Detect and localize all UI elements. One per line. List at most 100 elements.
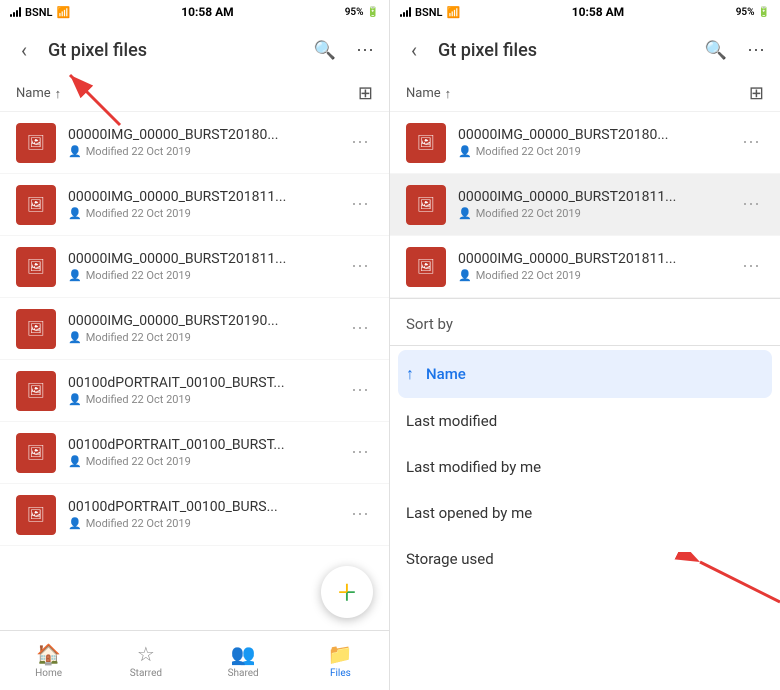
nav-home-label-left: Home: [35, 668, 62, 679]
time-left: 10:58 AM: [181, 5, 233, 19]
more-icon-right: ⋯: [747, 40, 765, 61]
battery-area-right: 95% 🔋: [736, 7, 770, 18]
star-icon-left: ☆: [137, 642, 155, 666]
nav-home-left[interactable]: 🏠 Home: [0, 631, 97, 690]
nav-starred-label-left: Starred: [130, 668, 162, 679]
right-file-item-1[interactable]: 🖼 00000IMG_00000_BURST201811... 👤 Modifi…: [390, 174, 780, 236]
right-file-thumb-0: 🖼: [406, 123, 446, 163]
right-file-more-2[interactable]: ⋯: [738, 252, 764, 281]
file-thumb-6: 🖼: [16, 495, 56, 535]
sort-option-name[interactable]: ↑ Name: [398, 350, 772, 398]
header-right: ‹ Gt pixel files 🔍 ⋯: [390, 24, 780, 76]
name-sort-label-left[interactable]: Name ↑: [16, 86, 61, 102]
battery-percent-right: 95%: [736, 7, 755, 18]
name-text-left: Name: [16, 86, 51, 101]
nav-starred-left[interactable]: ☆ Starred: [97, 631, 194, 690]
file-item-4[interactable]: 🖼 00100dPORTRAIT_00100_BURST... 👤 Modifi…: [0, 360, 389, 422]
file-name-3: 00000IMG_00000_BURST20190...: [68, 313, 347, 329]
right-file-meta-0: 👤 Modified 22 Oct 2019: [458, 145, 738, 158]
nav-files-label-left: Files: [330, 668, 351, 679]
sort-divider: [390, 345, 780, 346]
file-item-6[interactable]: 🖼 00100dPORTRAIT_00100_BURS... 👤 Modifie…: [0, 484, 389, 546]
shared-nav-icon-left: 👥: [231, 642, 256, 666]
right-file-name-1: 00000IMG_00000_BURST201811...: [458, 189, 738, 205]
sort-up-icon: ↑: [406, 364, 414, 384]
search-button-left[interactable]: 🔍: [309, 34, 341, 66]
file-thumb-3: 🖼: [16, 309, 56, 349]
file-thumb-0: 🖼: [16, 123, 56, 163]
shared-icon-0: 👤: [68, 145, 82, 158]
time-right: 10:58 AM: [572, 5, 624, 19]
file-more-3[interactable]: ⋯: [347, 314, 373, 343]
file-name-6: 00100dPORTRAIT_00100_BURS...: [68, 499, 347, 515]
back-button-right[interactable]: ‹: [398, 34, 430, 66]
file-item-3[interactable]: 🖼 00000IMG_00000_BURST20190... 👤 Modifie…: [0, 298, 389, 360]
file-meta-2: 👤 Modified 22 Oct 2019: [68, 269, 347, 282]
file-name-0: 00000IMG_00000_BURST20180...: [68, 127, 347, 143]
fab-add-button[interactable]: +: [321, 566, 373, 618]
file-info-0: 00000IMG_00000_BURST20180... 👤 Modified …: [68, 127, 347, 158]
header-left: ‹ Gt pixel files 🔍 ⋯: [0, 24, 389, 76]
right-shared-icon-0: 👤: [458, 145, 472, 158]
sort-up-arrow-right: ↑: [445, 86, 452, 102]
file-meta-5: 👤 Modified 22 Oct 2019: [68, 455, 347, 468]
file-more-0[interactable]: ⋯: [347, 128, 373, 157]
sort-option-last-modified-by-me[interactable]: Last modified by me: [390, 444, 780, 490]
file-more-6[interactable]: ⋯: [347, 500, 373, 529]
file-thumb-5: 🖼: [16, 433, 56, 473]
sort-up-arrow-left: ↑: [55, 86, 62, 102]
shared-icon-6: 👤: [68, 517, 82, 530]
right-file-item-2[interactable]: 🖼 00000IMG_00000_BURST201811... 👤 Modifi…: [390, 236, 780, 298]
battery-icon-left: 🔋: [367, 7, 379, 18]
right-file-name-0: 00000IMG_00000_BURST20180...: [458, 127, 738, 143]
right-file-item-0[interactable]: 🖼 00000IMG_00000_BURST20180... 👤 Modifie…: [390, 112, 780, 174]
file-item-0[interactable]: 🖼 00000IMG_00000_BURST20180... 👤 Modifie…: [0, 112, 389, 174]
more-button-right[interactable]: ⋯: [740, 34, 772, 66]
shared-icon-4: 👤: [68, 393, 82, 406]
name-sort-label-right[interactable]: Name ↑: [406, 86, 451, 102]
shared-icon-3: 👤: [68, 331, 82, 344]
file-more-2[interactable]: ⋯: [347, 252, 373, 281]
signal-icon-left: [10, 7, 21, 17]
right-file-meta-2: 👤 Modified 22 Oct 2019: [458, 269, 738, 282]
name-text-right: Name: [406, 86, 441, 101]
more-button-left[interactable]: ⋯: [349, 34, 381, 66]
sort-option-storage-used[interactable]: Storage used: [390, 536, 780, 582]
file-item-5[interactable]: 🖼 00100dPORTRAIT_00100_BURST... 👤 Modifi…: [0, 422, 389, 484]
file-meta-0: 👤 Modified 22 Oct 2019: [68, 145, 347, 158]
right-file-list-wrapper: 🖼 00000IMG_00000_BURST20180... 👤 Modifie…: [390, 112, 780, 299]
right-file-more-1[interactable]: ⋯: [738, 190, 764, 219]
file-thumb-2: 🖼: [16, 247, 56, 287]
file-meta-3: 👤 Modified 22 Oct 2019: [68, 331, 347, 344]
file-meta-4: 👤 Modified 22 Oct 2019: [68, 393, 347, 406]
file-more-5[interactable]: ⋯: [347, 438, 373, 467]
file-list-left: 🖼 00000IMG_00000_BURST20180... 👤 Modifie…: [0, 112, 389, 630]
search-button-right[interactable]: 🔍: [700, 34, 732, 66]
right-shared-icon-2: 👤: [458, 269, 472, 282]
file-info-3: 00000IMG_00000_BURST20190... 👤 Modified …: [68, 313, 347, 344]
file-item-1[interactable]: 🖼 00000IMG_00000_BURST201811... 👤 Modifi…: [0, 174, 389, 236]
nav-files-left[interactable]: 📁 Files: [292, 631, 389, 690]
right-file-more-0[interactable]: ⋯: [738, 128, 764, 157]
right-file-info-1: 00000IMG_00000_BURST201811... 👤 Modified…: [458, 189, 738, 220]
home-icon-left: 🏠: [36, 642, 61, 666]
file-item-2[interactable]: 🖼 00000IMG_00000_BURST201811... 👤 Modifi…: [0, 236, 389, 298]
back-button-left[interactable]: ‹: [8, 34, 40, 66]
battery-icon-right: 🔋: [758, 7, 770, 18]
wifi-icon-left: 📶: [56, 6, 70, 19]
file-info-2: 00000IMG_00000_BURST201811... 👤 Modified…: [68, 251, 347, 282]
grid-view-button-left[interactable]: ⊞: [358, 83, 373, 104]
sort-last-opened-by-me-label: Last opened by me: [406, 504, 532, 522]
page-title-right: Gt pixel files: [438, 40, 692, 61]
sort-by-heading: Sort by: [390, 299, 780, 341]
nav-shared-left[interactable]: 👥 Shared: [195, 631, 292, 690]
file-more-1[interactable]: ⋯: [347, 190, 373, 219]
sort-option-last-modified[interactable]: Last modified: [390, 398, 780, 444]
file-more-4[interactable]: ⋯: [347, 376, 373, 405]
file-info-1: 00000IMG_00000_BURST201811... 👤 Modified…: [68, 189, 347, 220]
file-name-1: 00000IMG_00000_BURST201811...: [68, 189, 347, 205]
sort-option-last-opened-by-me[interactable]: Last opened by me: [390, 490, 780, 536]
grid-view-button-right[interactable]: ⊞: [749, 83, 764, 104]
file-thumb-4: 🖼: [16, 371, 56, 411]
carrier-left: BSNL: [25, 6, 52, 19]
